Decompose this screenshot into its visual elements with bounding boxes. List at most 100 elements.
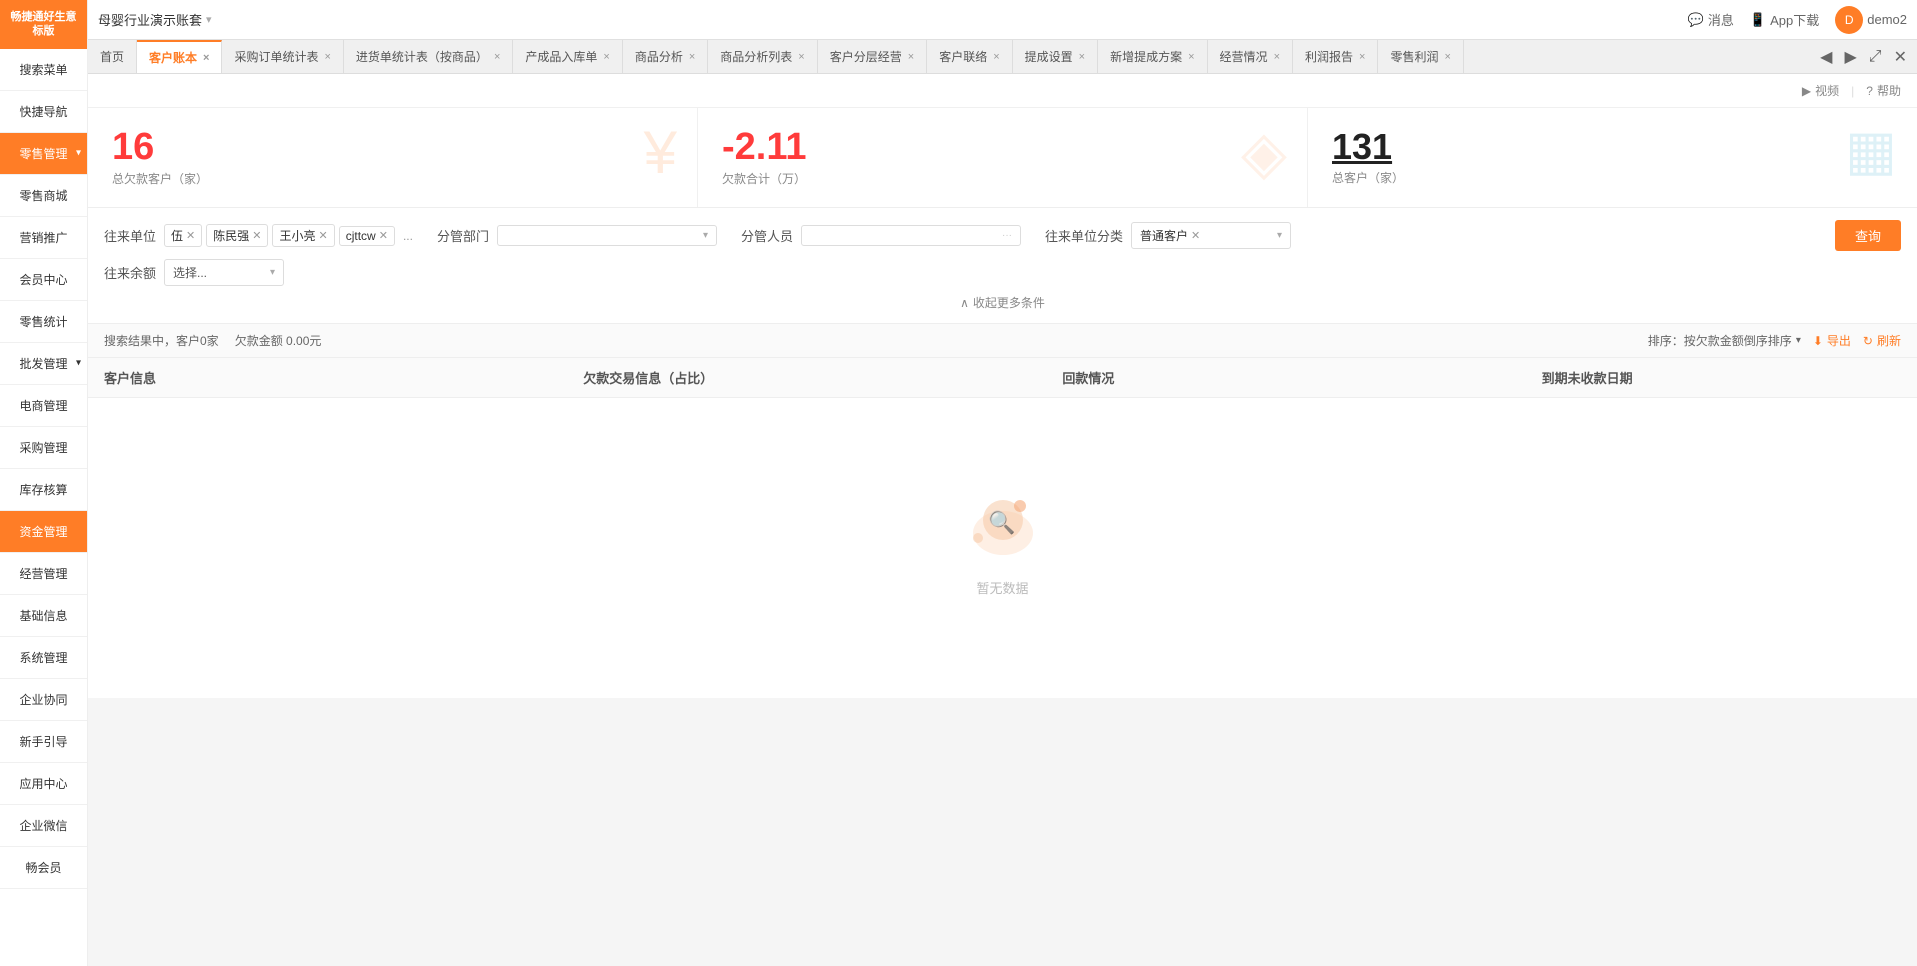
svg-text:🔍: 🔍 <box>988 508 1015 535</box>
app-download-label: App下载 <box>1770 10 1819 29</box>
tab-next-icon[interactable]: ▶ <box>1840 45 1860 69</box>
tab-item-7[interactable]: 客户分层经营× <box>818 40 927 74</box>
tab-close-13[interactable]: × <box>1444 51 1450 63</box>
collapse-button[interactable]: ∧ 收起更多条件 <box>960 294 1045 311</box>
balance-arrow-icon: ▾ <box>270 267 275 278</box>
sidebar-item-7[interactable]: 批发管理 <box>0 343 87 385</box>
sidebar-item-14[interactable]: 系统管理 <box>0 637 87 679</box>
chevron-down-icon[interactable]: ▾ <box>206 13 212 26</box>
stat-label-1: 总欠款客户（家） <box>112 170 208 187</box>
sidebar-item-16[interactable]: 新手引导 <box>0 721 87 763</box>
tab-close-10[interactable]: × <box>1188 51 1194 63</box>
tab-item-4[interactable]: 产成品入库单× <box>513 40 622 74</box>
play-icon: ▶ <box>1802 84 1811 98</box>
tab-close-1[interactable]: × <box>203 52 209 64</box>
stat-text-2: -2.11 欠款合计（万） <box>722 128 807 187</box>
tab-item-12[interactable]: 利润报告× <box>1293 40 1378 74</box>
sidebar-item-3[interactable]: 零售商城 <box>0 175 87 217</box>
video-btn[interactable]: ▶ 视频 <box>1802 82 1839 99</box>
tab-item-8[interactable]: 客户联络× <box>927 40 1012 74</box>
tab-item-3[interactable]: 进货单统计表（按商品）× <box>344 40 513 74</box>
unit-tag-0: 伍 ✕ <box>164 224 202 247</box>
filter-more-btn[interactable]: ... <box>403 229 413 243</box>
tab-item-0[interactable]: 首页 <box>88 40 137 74</box>
stat-number-3[interactable]: 131 <box>1332 129 1404 165</box>
table-container: 客户信息欠款交易信息（占比）回款情况到期未收款日期 🔍 暂无数据 <box>88 358 1917 698</box>
tab-item-5[interactable]: 商品分析× <box>623 40 708 74</box>
messages-btn[interactable]: 💬 消息 <box>1688 10 1734 29</box>
tab-close-all-icon[interactable]: ✕ <box>1890 45 1911 69</box>
stat-icon-3: ▦ <box>1845 118 1897 182</box>
balance-select[interactable]: 选择... ▾ <box>164 259 284 286</box>
stat-card-total: ▦ 131 总客户（家） <box>1308 108 1917 207</box>
unit-tag-close-0[interactable]: ✕ <box>186 229 195 242</box>
sidebar-item-1[interactable]: 快捷导航 <box>0 91 87 133</box>
tab-item-9[interactable]: 提成设置× <box>1013 40 1098 74</box>
tab-close-9[interactable]: × <box>1079 51 1085 63</box>
sidebar-item-2[interactable]: 零售管理 <box>0 133 87 175</box>
empty-illustration: 🔍 <box>958 478 1048 568</box>
tab-close-12[interactable]: × <box>1359 51 1365 63</box>
tab-close-11[interactable]: × <box>1274 51 1280 63</box>
collapse-label: 收起更多条件 <box>973 294 1045 311</box>
unit-tag-2: 王小亮 ✕ <box>272 224 334 247</box>
account-name: 母婴行业演示账套 <box>98 10 202 29</box>
unit-tag-close-3[interactable]: ✕ <box>379 229 388 242</box>
tab-item-6[interactable]: 商品分析列表× <box>708 40 817 74</box>
sidebar-item-11[interactable]: 资金管理 <box>0 511 87 553</box>
tab-prev-icon[interactable]: ◀ <box>1816 45 1836 69</box>
topbar-left: 母婴行业演示账套 ▾ <box>98 10 212 29</box>
sidebar-item-9[interactable]: 采购管理 <box>0 427 87 469</box>
stat-icon-1: ¥ <box>644 118 677 187</box>
user-avatar-area[interactable]: D demo2 <box>1835 6 1907 34</box>
sidebar-item-15[interactable]: 企业协同 <box>0 679 87 721</box>
unit-class-tag-close[interactable]: ✕ <box>1191 229 1200 242</box>
person-select[interactable]: ··· <box>801 225 1021 246</box>
sidebar-item-19[interactable]: 畅会员 <box>0 847 87 889</box>
tab-close-6[interactable]: × <box>798 51 804 63</box>
tab-close-3[interactable]: × <box>494 51 500 63</box>
tab-close-7[interactable]: × <box>908 51 914 63</box>
dept-select[interactable]: ▾ <box>497 225 717 246</box>
stats-row: ¥ 16 总欠款客户（家） ◈ -2.11 欠款合计（万） ▦ <box>88 108 1917 208</box>
sidebar-item-4[interactable]: 营销推广 <box>0 217 87 259</box>
sidebar-item-10[interactable]: 库存核算 <box>0 469 87 511</box>
tab-item-10[interactable]: 新增提成方案× <box>1098 40 1207 74</box>
sidebar-item-18[interactable]: 企业微信 <box>0 805 87 847</box>
sidebar-item-5[interactable]: 会员中心 <box>0 259 87 301</box>
unit-tag-close-2[interactable]: ✕ <box>319 229 328 242</box>
sidebar-logo: 畅捷通好生意 标版 <box>0 0 87 49</box>
tab-close-2[interactable]: × <box>324 51 330 63</box>
sort-select[interactable]: 排序：按欠款金额倒序排序 ▾ <box>1648 332 1801 349</box>
tab-item-1[interactable]: 客户账本× <box>137 40 222 74</box>
query-button[interactable]: 查询 <box>1835 220 1901 251</box>
unit-class-tag: 普通客户 ✕ <box>1140 227 1200 244</box>
tab-expand-icon[interactable]: ⤢ <box>1865 46 1886 68</box>
refresh-button[interactable]: ↻ 刷新 <box>1863 332 1901 349</box>
tab-item-13[interactable]: 零售利润× <box>1378 40 1463 74</box>
tab-close-5[interactable]: × <box>689 51 695 63</box>
collapse-icon: ∧ <box>960 296 969 310</box>
dept-label: 分管部门 <box>437 226 489 245</box>
sidebar-item-13[interactable]: 基础信息 <box>0 595 87 637</box>
unit-tag-close-1[interactable]: ✕ <box>252 229 261 242</box>
help-btn[interactable]: ? 帮助 <box>1866 82 1901 99</box>
tabbar: 首页客户账本×采购订单统计表×进货单统计表（按商品）×产成品入库单×商品分析×商… <box>88 40 1917 74</box>
tab-close-4[interactable]: × <box>603 51 609 63</box>
sidebar-item-8[interactable]: 电商管理 <box>0 385 87 427</box>
tab-item-11[interactable]: 经营情况× <box>1208 40 1293 74</box>
unit-class-select[interactable]: 普通客户 ✕ ▾ <box>1131 222 1291 249</box>
tab-close-8[interactable]: × <box>993 51 999 63</box>
export-button[interactable]: ⬇ 导出 <box>1813 332 1851 349</box>
sidebar-item-17[interactable]: 应用中心 <box>0 763 87 805</box>
stat-label-2: 欠款合计（万） <box>722 170 807 187</box>
download-icon: 📱 <box>1750 12 1766 28</box>
sidebar-item-6[interactable]: 零售统计 <box>0 301 87 343</box>
sidebar-item-12[interactable]: 经营管理 <box>0 553 87 595</box>
sidebar-item-0[interactable]: 搜索菜单 <box>0 49 87 91</box>
account-selector[interactable]: 母婴行业演示账套 ▾ <box>98 10 212 29</box>
app-download-btn[interactable]: 📱 App下载 <box>1750 10 1819 29</box>
help-icon: ? <box>1866 84 1873 98</box>
table-header: 客户信息欠款交易信息（占比）回款情况到期未收款日期 <box>88 358 1917 398</box>
tab-item-2[interactable]: 采购订单统计表× <box>222 40 343 74</box>
